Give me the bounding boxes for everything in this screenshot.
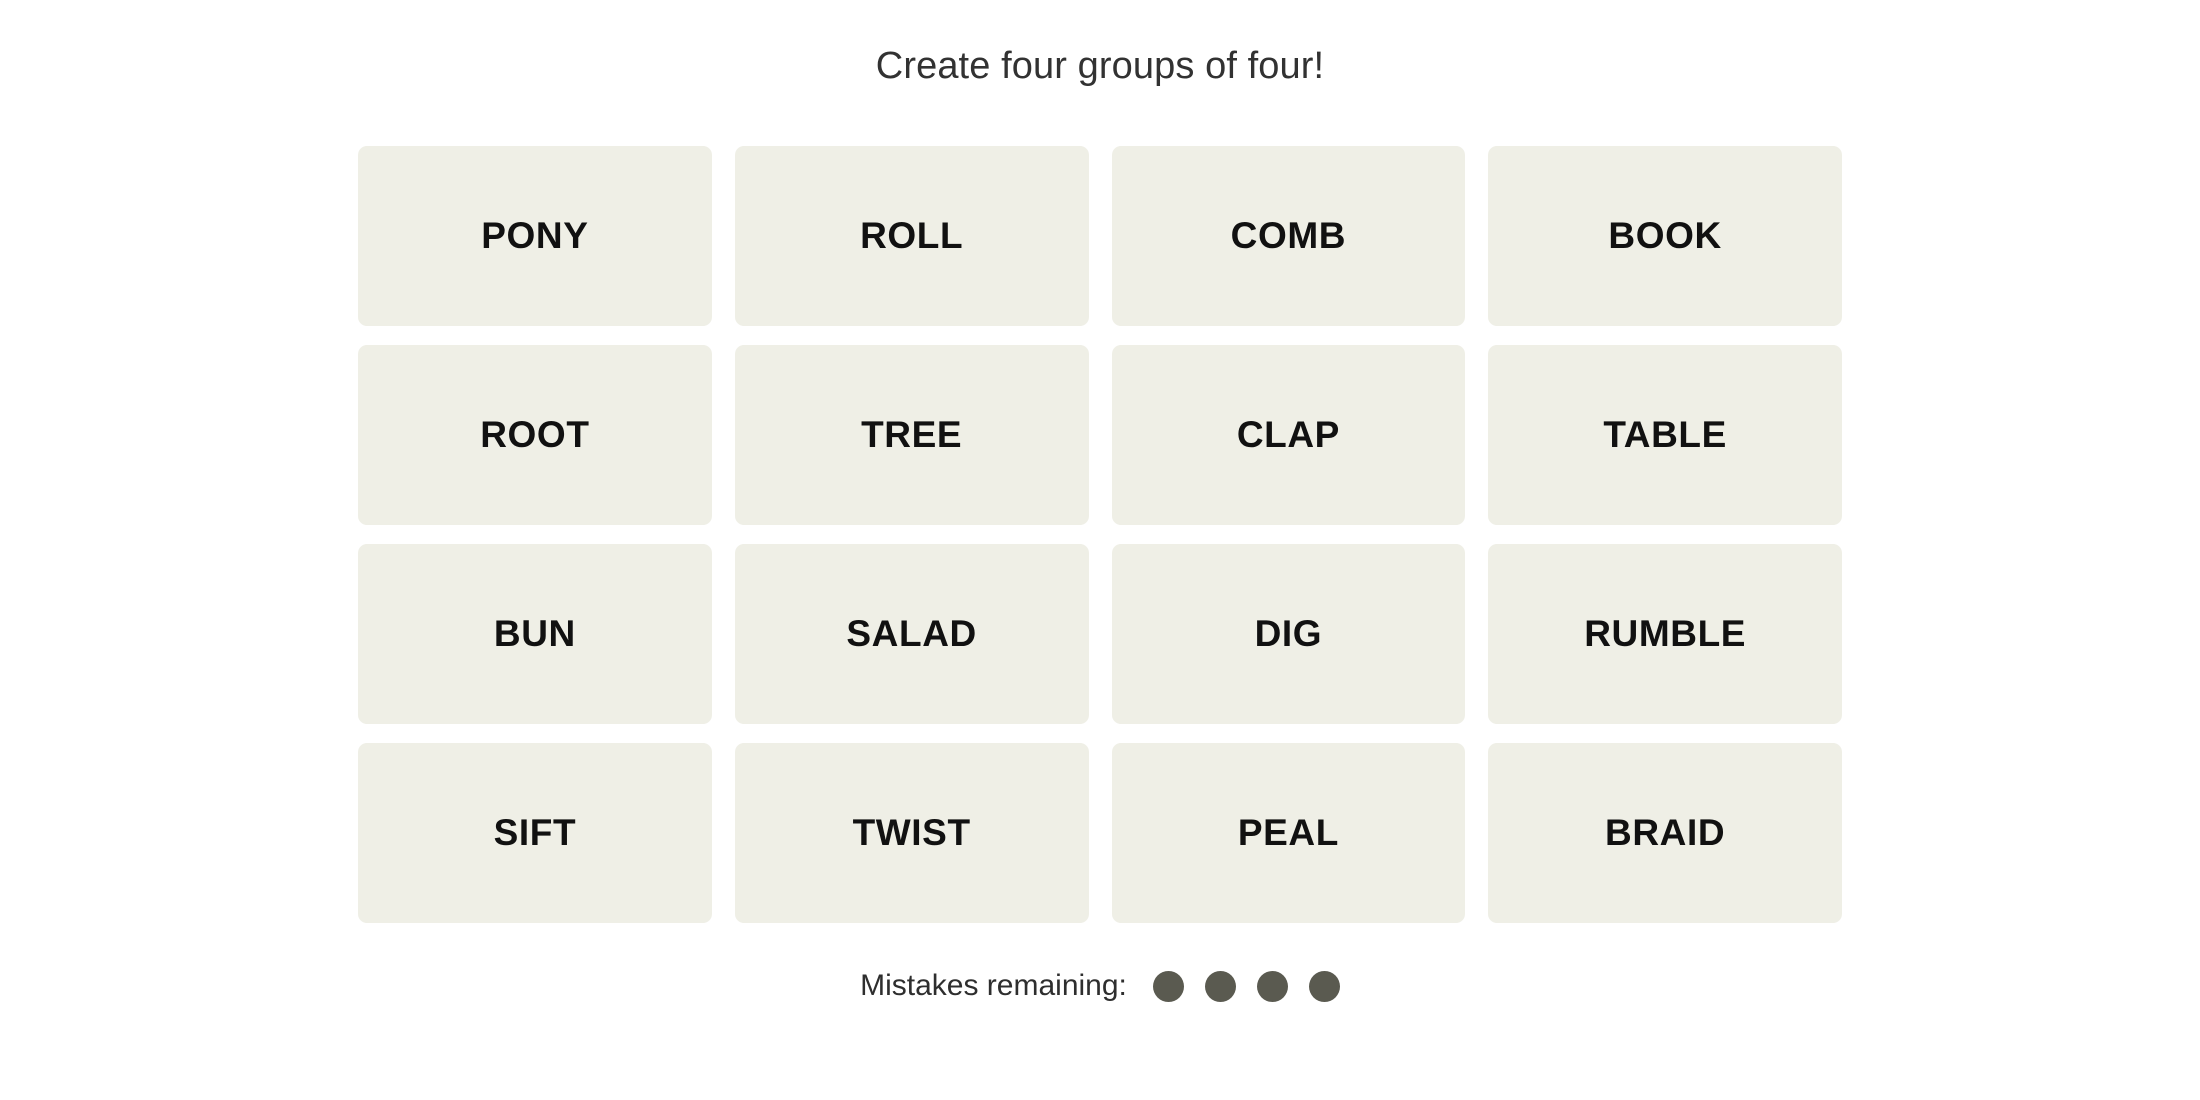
word-tile-label: CLAP [1236, 414, 1340, 456]
word-tile[interactable]: TABLE [1488, 344, 1842, 525]
word-tile-label: BUN [493, 613, 576, 655]
mistakes-dot-group [1152, 970, 1340, 1002]
word-tile[interactable]: ROLL [734, 145, 1089, 326]
word-tile-label: TREE [861, 414, 963, 456]
mistake-dot-icon [1152, 970, 1184, 1002]
word-tile[interactable]: RUMBLE [1488, 543, 1842, 724]
word-tile-label: BRAID [1605, 812, 1726, 854]
word-tile-label: PONY [481, 215, 589, 257]
word-tile[interactable]: SIFT [358, 742, 712, 923]
word-tile-label: DIG [1254, 613, 1323, 655]
word-tile-label: BOOK [1608, 215, 1722, 257]
word-tile[interactable]: PEAL [1111, 742, 1466, 923]
word-tile[interactable]: SALAD [734, 543, 1089, 724]
word-tile[interactable]: CLAP [1111, 344, 1466, 525]
word-tile[interactable]: PONY [358, 145, 712, 326]
mistakes-remaining-label: Mistakes remaining: [860, 969, 1127, 1003]
word-tile-label: TABLE [1603, 414, 1727, 456]
word-tile-label: TWIST [852, 812, 971, 854]
word-tile[interactable]: DIG [1111, 543, 1466, 724]
mistake-dot-icon [1204, 970, 1236, 1002]
word-tile-label: ROLL [860, 215, 964, 257]
page-title: Create four groups of four! [875, 45, 1325, 87]
word-tile[interactable]: TWIST [734, 742, 1089, 923]
word-tile-label: ROOT [480, 414, 590, 456]
word-tile[interactable]: ROOT [358, 344, 712, 525]
connections-game: Create four groups of four! PONY ROLL COMB… [0, 0, 2200, 1100]
word-tile[interactable]: BUN [358, 543, 712, 724]
word-tile-label: RUMBLE [1584, 613, 1747, 655]
mistake-dot-icon [1308, 970, 1340, 1002]
word-tile[interactable]: BRAID [1488, 742, 1842, 923]
word-tile[interactable]: TREE [734, 344, 1089, 525]
word-tile[interactable]: COMB [1111, 145, 1466, 326]
word-tile-label: COMB [1230, 215, 1347, 257]
mistake-dot-icon [1256, 970, 1288, 1002]
word-grid: PONY ROLL COMB BOOK ROOT TREE CLAP TABLE BUN SALA… [358, 145, 1842, 923]
word-tile-label: SIFT [493, 812, 577, 854]
word-tile-label: PEAL [1237, 812, 1339, 854]
word-tile-label: SALAD [846, 613, 977, 655]
mistakes-footer: Mistakes remaining: [860, 969, 1340, 1003]
word-tile[interactable]: BOOK [1488, 145, 1842, 326]
